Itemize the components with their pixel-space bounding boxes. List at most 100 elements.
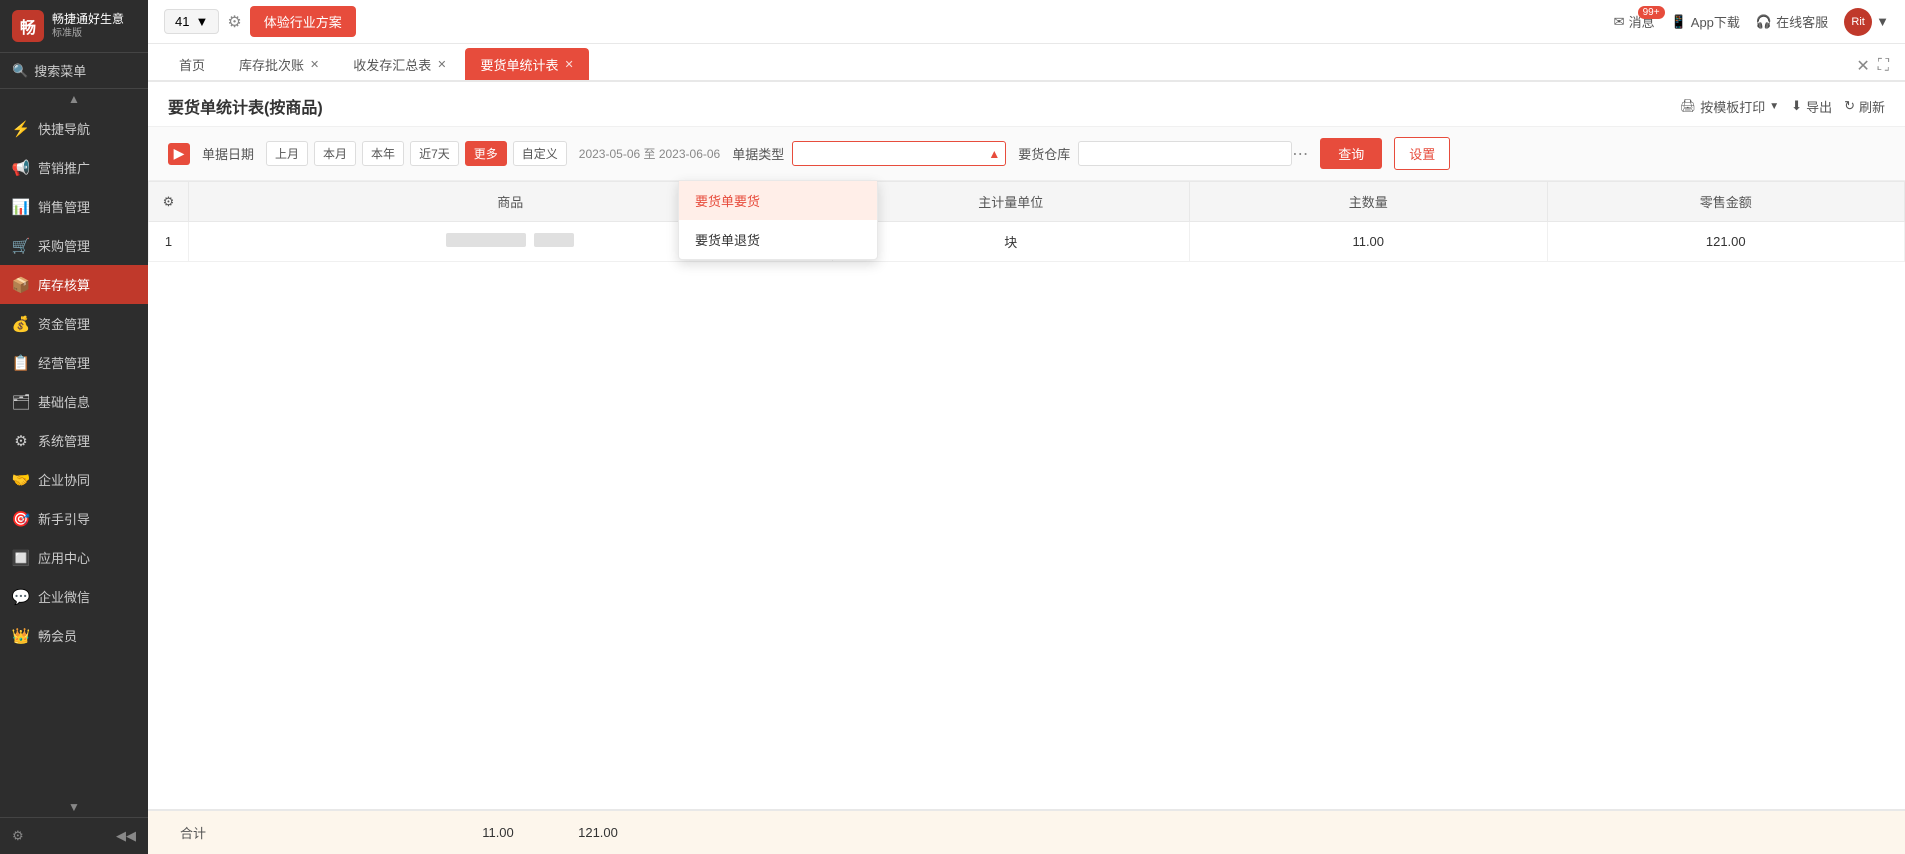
print-dropdown-icon: ▼ — [1769, 101, 1779, 112]
user-avatar[interactable]: Rit ▼ — [1844, 8, 1889, 36]
sidebar-item-apps[interactable]: 🔲 应用中心 — [0, 538, 148, 577]
sidebar-collapse-btn[interactable]: ◀◀ — [116, 828, 136, 844]
tabs-bar: 首页 库存批次账 ✕ 收发存汇总表 ✕ 要货单统计表 ✕ ✕ ⛶ — [148, 44, 1905, 82]
row-unit: 块 — [832, 222, 1190, 262]
search-menu[interactable]: 🔍 搜索菜单 — [0, 53, 148, 89]
sidebar-item-member[interactable]: 👑 畅会员 — [0, 616, 148, 655]
brand-info: 畅捷通好生意 标准版 — [52, 12, 124, 41]
sales-icon: 📊 — [12, 198, 30, 216]
page-actions: 🖨 按模板打印 ▼ ⬇ 导出 ↻ 刷新 — [1680, 97, 1885, 116]
more-dates-btn[interactable]: 更多 — [465, 141, 507, 166]
row-no: 1 — [149, 222, 189, 262]
sidebar-item-sales[interactable]: 📊 销售管理 — [0, 187, 148, 226]
sidebar-item-inventory[interactable]: 📦 库存核算 — [0, 265, 148, 304]
app-download-button[interactable]: 📱 App下载 — [1671, 12, 1740, 31]
footer-amount: 121.00 — [548, 825, 648, 840]
sidebar-item-enterprise[interactable]: 🤝 企业协同 — [0, 460, 148, 499]
operations-icon: 📋 — [12, 354, 30, 372]
warehouse-more-icon[interactable]: ⋯ — [1292, 144, 1308, 164]
col-header-settings[interactable]: ⚙ — [149, 182, 189, 222]
warehouse-filter-section: 要货仓库 ⋯ — [1018, 141, 1308, 166]
tab-close-batch-account[interactable]: ✕ — [310, 58, 319, 71]
refresh-button[interactable]: ↻ 刷新 — [1844, 97, 1885, 116]
sidebar-item-system[interactable]: ⚙ 系统管理 — [0, 421, 148, 460]
page-title: 要货单统计表(按商品) — [168, 94, 323, 118]
table-row: 1 块 11.00 121.00 — [149, 222, 1905, 262]
col-header-unit: 主计量单位 — [832, 182, 1190, 222]
last-month-btn[interactable]: 上月 — [266, 141, 308, 166]
brand-logo: 畅 — [12, 10, 44, 42]
finance-icon: 💰 — [12, 315, 30, 333]
sidebar-item-basics[interactable]: 🗂 基础信息 — [0, 382, 148, 421]
enterprise-icon: 🤝 — [12, 471, 30, 489]
wechat-icon: 💬 — [12, 588, 30, 606]
custom-date-btn[interactable]: 自定义 — [513, 141, 567, 166]
topbar-left: 41 ▼ ⚙ 体验行业方案 — [164, 6, 356, 37]
store-selector[interactable]: 41 ▼ — [164, 9, 219, 34]
filter-settings-button[interactable]: 设置 — [1394, 137, 1450, 170]
tab-send-receive[interactable]: 收发存汇总表 ✕ — [338, 48, 461, 80]
tab-batch-account[interactable]: 库存批次账 ✕ — [224, 48, 334, 80]
export-button[interactable]: ⬇ 导出 — [1791, 97, 1832, 116]
sidebar-item-purchase[interactable]: 🛒 采购管理 — [0, 226, 148, 265]
warehouse-select-input[interactable] — [1078, 141, 1292, 166]
sidebar-scroll-down[interactable]: ▼ — [0, 797, 148, 817]
query-button[interactable]: 查询 — [1320, 138, 1382, 169]
sidebar-item-operations[interactable]: 📋 经营管理 — [0, 343, 148, 382]
system-icon: ⚙ — [12, 432, 30, 450]
avatar-dropdown-icon: ▼ — [1876, 14, 1889, 29]
column-settings-icon: ⚙ — [163, 194, 175, 209]
member-icon: 👑 — [12, 627, 30, 645]
type-select-wrapper: ▲ — [792, 141, 1006, 166]
messages-button[interactable]: ✉ 消息 99+ — [1614, 12, 1655, 31]
page-content: 要货单统计表(按商品) 🖨 按模板打印 ▼ ⬇ 导出 ↻ 刷新 ▶ — [148, 82, 1905, 854]
print-button[interactable]: 🖨 按模板打印 ▼ — [1680, 97, 1779, 116]
type-filter-section: 单据类型 ▲ — [732, 141, 1006, 166]
sidebar: 畅 畅捷通好生意 标准版 🔍 搜索菜单 ▲ ⚡ 快捷导航 📢 营销推广 📊 销售… — [0, 0, 148, 854]
dropdown-item-tuihuo[interactable]: 要货单退货 — [679, 220, 877, 259]
footer-label: 合计 — [168, 823, 348, 842]
page-header: 要货单统计表(按商品) 🖨 按模板打印 ▼ ⬇ 导出 ↻ 刷新 — [148, 82, 1905, 127]
row-qty: 11.00 — [1190, 222, 1548, 262]
type-dropdown: 要货单要货 要货单退货 — [678, 180, 878, 260]
table-footer: 合计 11.00 121.00 — [148, 809, 1905, 854]
marketing-icon: 📢 — [12, 159, 30, 177]
data-table-container: ⚙ 商品 主计量单位 主数量 零售金额 1 — [148, 181, 1905, 809]
tab-home[interactable]: 首页 — [164, 48, 220, 80]
data-table: ⚙ 商品 主计量单位 主数量 零售金额 1 — [148, 181, 1905, 262]
online-service-button[interactable]: 🎧 在线客服 — [1756, 12, 1828, 31]
tab-close-send-receive[interactable]: ✕ — [437, 58, 446, 71]
close-tab-btn[interactable]: ✕ — [1856, 56, 1869, 76]
sidebar-item-marketing[interactable]: 📢 营销推广 — [0, 148, 148, 187]
sidebar-scroll-up[interactable]: ▲ — [0, 89, 148, 109]
basics-icon: 🗂 — [12, 393, 30, 411]
this-year-btn[interactable]: 本年 — [362, 141, 404, 166]
product-name-placeholder — [446, 233, 526, 247]
sidebar-footer: ⚙ ◀◀ — [0, 817, 148, 854]
col-header-amount: 零售金额 — [1547, 182, 1905, 222]
product-code-placeholder — [534, 233, 574, 247]
warehouse-filter-label: 要货仓库 — [1018, 144, 1070, 163]
dropdown-item-yaohuo[interactable]: 要货单要货 — [679, 181, 877, 220]
tab-close-demand-stat[interactable]: ✕ — [565, 58, 574, 71]
fullscreen-btn[interactable]: ⛶ — [1878, 57, 1889, 75]
col-header-qty: 主数量 — [1190, 182, 1548, 222]
sidebar-item-guide[interactable]: 🎯 新手引导 — [0, 499, 148, 538]
topbar-settings-icon[interactable]: ⚙ — [227, 12, 241, 32]
topbar: 41 ▼ ⚙ 体验行业方案 ✉ 消息 99+ 📱 App下载 🎧 在线客服 — [148, 0, 1905, 44]
sidebar-item-wechat[interactable]: 💬 企业微信 — [0, 577, 148, 616]
type-select-input[interactable] — [792, 141, 1006, 166]
last-7days-btn[interactable]: 近7天 — [410, 141, 459, 166]
quick-nav-icon: ⚡ — [12, 120, 30, 138]
tab-demand-stat[interactable]: 要货单统计表 ✕ — [465, 48, 588, 80]
sidebar-item-quick-nav[interactable]: ⚡ 快捷导航 — [0, 109, 148, 148]
guide-icon: 🎯 — [12, 510, 30, 528]
app-icon: 📱 — [1671, 14, 1687, 30]
store-dropdown-icon: ▼ — [195, 14, 208, 29]
sidebar-item-finance[interactable]: 💰 资金管理 — [0, 304, 148, 343]
this-month-btn[interactable]: 本月 — [314, 141, 356, 166]
filter-expand-btn[interactable]: ▶ — [168, 143, 190, 165]
trial-industry-button[interactable]: 体验行业方案 — [250, 6, 356, 37]
sidebar-settings-icon[interactable]: ⚙ — [12, 828, 24, 844]
refresh-icon: ↻ — [1844, 98, 1855, 114]
